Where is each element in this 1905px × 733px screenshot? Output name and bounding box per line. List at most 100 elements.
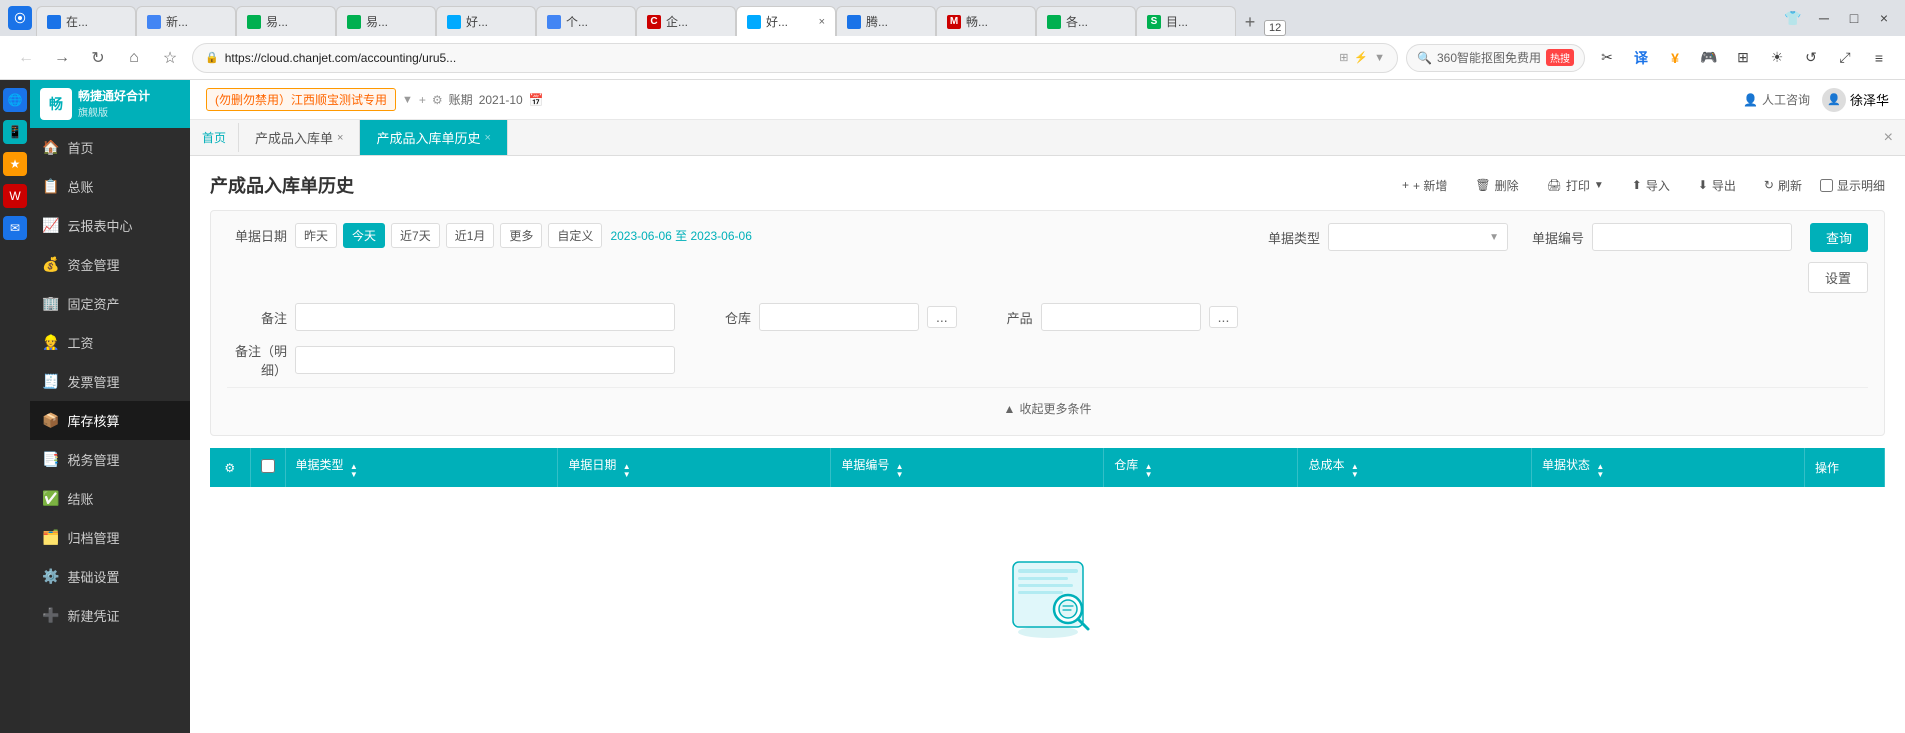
chevron-down-icon[interactable]: ▼	[1374, 52, 1385, 64]
browser-tab-12[interactable]: S 目...	[1136, 6, 1236, 36]
shirt-icon[interactable]: 👕	[1779, 4, 1807, 32]
date-btn-yesterday[interactable]: 昨天	[295, 223, 337, 248]
sidebar-item-checkout[interactable]: ✅ 结账	[30, 479, 190, 518]
calendar-icon[interactable]: 📅	[529, 93, 544, 107]
add-company-btn[interactable]: +	[419, 93, 426, 107]
quick-icon-mail[interactable]: ✉	[3, 216, 27, 240]
browser-tab-11[interactable]: 各...	[1036, 6, 1136, 36]
quick-icon-chanjet[interactable]: 🌐	[3, 88, 27, 112]
bookmark-button[interactable]: ☆	[156, 44, 184, 72]
delete-button[interactable]: 🗑 删除	[1465, 173, 1528, 198]
sidebar-item-payroll[interactable]: 👷 工资	[30, 323, 190, 362]
rotate-left-icon[interactable]: ↺	[1797, 44, 1825, 72]
browser-tab-4[interactable]: 易...	[336, 6, 436, 36]
export-button[interactable]: ⬇ 导出	[1688, 173, 1746, 198]
browser-tab-10[interactable]: M 畅...	[936, 6, 1036, 36]
quick-icon-weibo[interactable]: W	[3, 184, 27, 208]
tab-list-close[interactable]: ×	[337, 132, 343, 144]
refresh-button-action[interactable]: ↻ 刷新	[1754, 173, 1812, 198]
search-bar[interactable]: 🔍 360智能抠图免费用 热搜	[1406, 44, 1585, 72]
browser-tab-1[interactable]: 在...	[36, 6, 136, 36]
scissors-icon[interactable]: ✂	[1593, 44, 1621, 72]
remark-input[interactable]	[295, 303, 675, 331]
user-service-btn[interactable]: 👤 人工咨询	[1743, 91, 1810, 108]
sidebar-item-archive[interactable]: 🗂️ 归档管理	[30, 518, 190, 557]
minimize-button[interactable]: ─	[1811, 5, 1837, 31]
tab-count[interactable]: 12	[1264, 20, 1286, 36]
address-bar[interactable]: 🔒 https://cloud.chanjet.com/accounting/u…	[192, 43, 1398, 73]
browser-tab-8[interactable]: 好... ×	[736, 6, 836, 36]
doctype-select[interactable]: ▼	[1328, 223, 1508, 251]
print-button[interactable]: 🖨 打印 ▼	[1537, 173, 1614, 198]
game-icon[interactable]: 🎮	[1695, 44, 1723, 72]
add-button[interactable]: + + 新增	[1392, 173, 1457, 198]
sidebar-item-home[interactable]: 🏠 首页	[30, 128, 190, 167]
browser-tab-6[interactable]: 个...	[536, 6, 636, 36]
date-btn-today[interactable]: 今天	[343, 223, 385, 248]
date-btn-1month[interactable]: 近1月	[446, 223, 495, 248]
filter-settings-button[interactable]: 设置	[1808, 262, 1868, 293]
date-btn-7days[interactable]: 近7天	[391, 223, 440, 248]
col-doc-type[interactable]: 单据类型 ▲▼	[285, 448, 558, 487]
tab-close-8[interactable]: ×	[819, 16, 825, 28]
user-info[interactable]: 👤 徐泽华	[1822, 88, 1889, 112]
period-dropdown-arrow[interactable]: ▼	[402, 94, 413, 106]
home-button[interactable]: ⌂	[120, 44, 148, 72]
sidebar-item-inventory[interactable]: 📦 库存核算	[30, 401, 190, 440]
docno-input[interactable]	[1592, 223, 1792, 251]
close-window-button[interactable]: ×	[1871, 5, 1897, 31]
empty-state-illustration	[988, 547, 1108, 647]
tab-history-close[interactable]: ×	[484, 132, 490, 144]
product-ellipsis-btn[interactable]: ...	[1209, 306, 1239, 328]
back-button[interactable]: ←	[12, 44, 40, 72]
expand-icon[interactable]: ⤢	[1831, 44, 1859, 72]
browser-tab-3[interactable]: 易...	[236, 6, 336, 36]
col-doc-status[interactable]: 单据状态 ▲▼	[1532, 448, 1805, 487]
grid-icon[interactable]: ⊞	[1729, 44, 1757, 72]
refresh-button[interactable]: ↻	[84, 44, 112, 72]
sidebar-item-tax[interactable]: 📑 税务管理	[30, 440, 190, 479]
breadcrumb-home[interactable]: 首页	[202, 131, 226, 145]
new-tab-button[interactable]: +	[1236, 8, 1264, 36]
date-btn-more[interactable]: 更多	[500, 223, 542, 248]
maximize-button[interactable]: □	[1841, 5, 1867, 31]
col-total-cost[interactable]: 总成本 ▲▼	[1298, 448, 1532, 487]
sidebar-item-assets[interactable]: 🏢 固定资产	[30, 284, 190, 323]
product-select[interactable]	[1041, 303, 1201, 331]
browser-tab-5[interactable]: 好...	[436, 6, 536, 36]
col-warehouse[interactable]: 仓库 ▲▼	[1104, 448, 1298, 487]
sidebar-item-basic[interactable]: ⚙️ 基础设置	[30, 557, 190, 596]
select-all-checkbox[interactable]	[261, 459, 275, 473]
sidebar-item-ledger[interactable]: 📋 总账	[30, 167, 190, 206]
remark-detail-input[interactable]	[295, 346, 675, 374]
translate-icon[interactable]: 译	[1627, 44, 1655, 72]
sidebar-item-finance[interactable]: 💰 资金管理	[30, 245, 190, 284]
sidebar-item-new-voucher[interactable]: ➕ 新建凭证	[30, 596, 190, 635]
sun-icon[interactable]: ☀	[1763, 44, 1791, 72]
forward-button[interactable]: →	[48, 44, 76, 72]
quick-icon-star[interactable]: ★	[3, 152, 27, 176]
settings-icon[interactable]: ⚙	[432, 93, 443, 107]
warehouse-ellipsis-btn[interactable]: ...	[927, 306, 957, 328]
show-fields-checkbox[interactable]	[1820, 179, 1833, 192]
browser-app-icon[interactable]: ⦿	[8, 6, 32, 30]
yen-icon[interactable]: ¥	[1661, 44, 1689, 72]
quick-icon-app[interactable]: 📱	[3, 120, 27, 144]
warehouse-select[interactable]	[759, 303, 919, 331]
sidebar-item-invoice[interactable]: 🧾 发票管理	[30, 362, 190, 401]
sidebar-item-report[interactable]: 📈 云报表中心	[30, 206, 190, 245]
browser-tab-7[interactable]: C 企...	[636, 6, 736, 36]
close-tab-panel-button[interactable]: ×	[1872, 129, 1905, 147]
tab-list[interactable]: 产成品入库单 ×	[239, 120, 360, 155]
col-doc-no[interactable]: 单据编号 ▲▼	[831, 448, 1104, 487]
col-doc-date[interactable]: 单据日期 ▲▼	[558, 448, 831, 487]
import-button[interactable]: ⬆ 导入	[1622, 173, 1680, 198]
browser-tab-9[interactable]: 腾...	[836, 6, 936, 36]
date-btn-custom[interactable]: 自定义	[548, 223, 602, 248]
collapse-button[interactable]: ▲ 收起更多条件	[998, 394, 1098, 423]
browser-tab-2[interactable]: 新...	[136, 6, 236, 36]
tab-history[interactable]: 产成品入库单历史 ×	[360, 120, 507, 155]
query-button[interactable]: 查询	[1810, 223, 1868, 252]
col-gear[interactable]: ⚙	[210, 448, 250, 487]
menu-icon[interactable]: ≡	[1865, 44, 1893, 72]
